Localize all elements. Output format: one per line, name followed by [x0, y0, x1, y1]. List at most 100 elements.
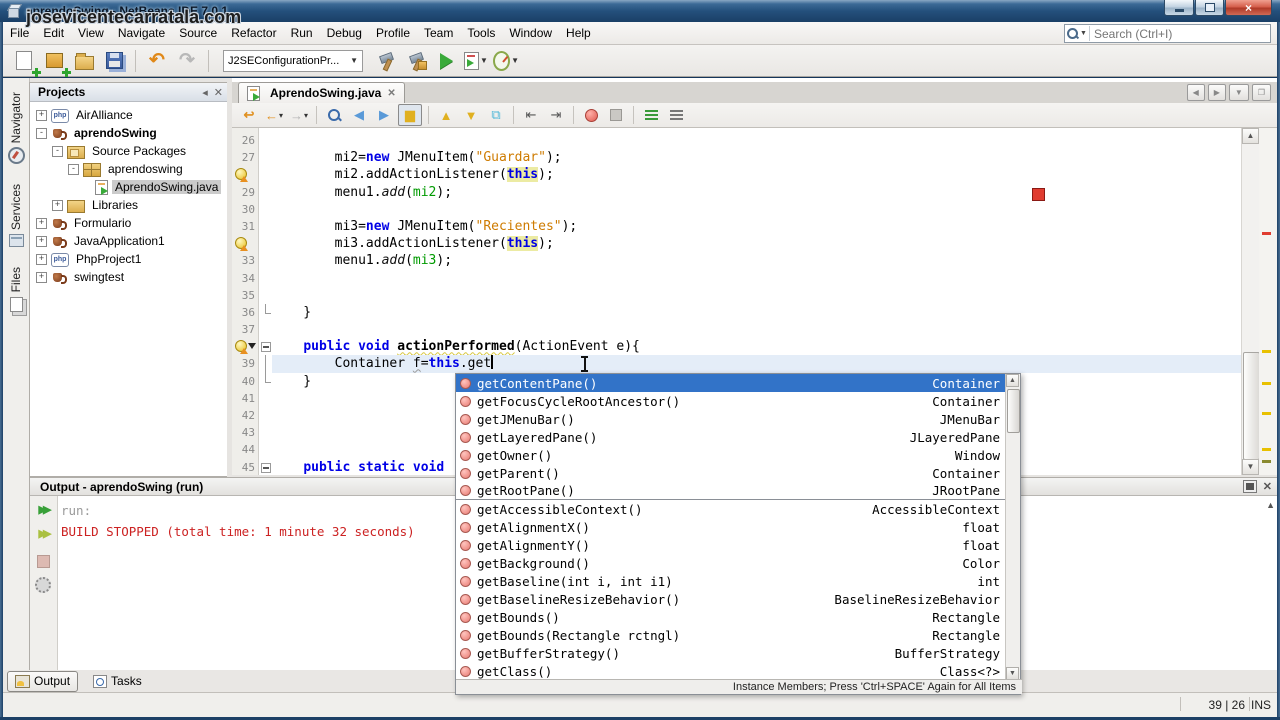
- tree-item[interactable]: - Source Packages: [30, 142, 227, 160]
- back-icon[interactable]: ← ▾: [263, 105, 285, 125]
- dock-icon[interactable]: ◂: [202, 86, 208, 99]
- tab-output[interactable]: Output: [7, 670, 79, 692]
- start-macro-icon[interactable]: [580, 105, 602, 125]
- maximize-editor-icon[interactable]: ❐: [1251, 84, 1271, 101]
- fold-collapse-icon[interactable]: [261, 462, 271, 473]
- scroll-up-icon[interactable]: ▲: [1006, 374, 1019, 387]
- next-bookmark-icon[interactable]: ▼: [460, 105, 482, 125]
- completion-item[interactable]: getBounds() Rectangle: [456, 608, 1006, 626]
- ant-settings-icon[interactable]: [34, 576, 52, 594]
- code-line[interactable]: mi2=new JMenuItem("Guardar");: [272, 149, 1241, 166]
- sidebar-tab-services[interactable]: Services: [3, 178, 29, 253]
- scroll-up-icon[interactable]: ▲: [1242, 128, 1259, 144]
- code-line[interactable]: mi3=new JMenuItem("Recientes");: [272, 218, 1241, 235]
- tree-item[interactable]: AprendoSwing.java: [30, 178, 227, 196]
- configuration-combo[interactable]: J2SEConfigurationPr... ▼: [223, 49, 363, 72]
- scroll-tabs-left-icon[interactable]: ◀: [1186, 84, 1205, 101]
- maximize-output-icon[interactable]: [1242, 480, 1257, 493]
- shift-left-icon[interactable]: ⇤: [520, 105, 542, 125]
- restore-button[interactable]: [1195, 0, 1224, 16]
- sidebar-tab-navigator[interactable]: Navigator: [3, 86, 29, 170]
- redo-button[interactable]: ↷: [174, 48, 200, 74]
- tree-item[interactable]: + Formulario: [30, 214, 227, 232]
- completion-list[interactable]: getContentPane() Container getFocusCycleRo…: [456, 374, 1006, 680]
- completion-item[interactable]: getBaseline(int i, int i1) int: [456, 572, 1006, 590]
- tree-item[interactable]: + php PhpProject1: [30, 250, 227, 268]
- profile-button[interactable]: ▼: [493, 48, 519, 74]
- scroll-tabs-right-icon[interactable]: ▶: [1207, 84, 1226, 101]
- completion-item[interactable]: getLayeredPane() JLayeredPane: [456, 428, 1006, 446]
- clean-build-button[interactable]: [403, 48, 429, 74]
- fold-collapse-icon[interactable]: [261, 342, 271, 353]
- menu-team[interactable]: Team: [417, 23, 460, 43]
- shift-right-icon[interactable]: ⇥: [545, 105, 567, 125]
- code-line[interactable]: mi3.addActionListener(this);: [272, 235, 1241, 252]
- code-line[interactable]: menu1.add(mi3);: [272, 252, 1241, 269]
- debug-button[interactable]: ▼: [463, 48, 489, 74]
- menu-help[interactable]: Help: [559, 23, 598, 43]
- completion-item[interactable]: getContentPane() Container: [456, 374, 1006, 392]
- comment-icon[interactable]: [640, 105, 662, 125]
- code-line[interactable]: }: [272, 304, 1241, 321]
- tree-item[interactable]: + swingtest: [30, 268, 227, 286]
- warning-mark[interactable]: [1262, 350, 1271, 353]
- last-edit-location-icon[interactable]: ↩: [238, 105, 260, 125]
- error-stripe[interactable]: [1259, 128, 1277, 475]
- completion-item[interactable]: getFocusCycleRootAncestor() Container: [456, 392, 1006, 410]
- completion-scrollbar[interactable]: ▲ ▼: [1005, 374, 1020, 680]
- menu-window[interactable]: Window: [502, 23, 559, 43]
- menu-run[interactable]: Run: [284, 23, 320, 43]
- menu-tools[interactable]: Tools: [460, 23, 502, 43]
- tree-item[interactable]: - aprendoSwing: [30, 124, 227, 142]
- minimize-button[interactable]: [1164, 0, 1194, 16]
- completion-item[interactable]: getRootPane() JRootPane: [456, 482, 1006, 500]
- code-line[interactable]: [272, 201, 1241, 218]
- close-output-icon[interactable]: ✕: [1263, 480, 1272, 493]
- close-panel-icon[interactable]: ✕: [214, 86, 223, 99]
- completion-item[interactable]: getParent() Container: [456, 464, 1006, 482]
- completion-item[interactable]: getClass() Class<?>: [456, 662, 1006, 680]
- code-line[interactable]: menu1.add(mi2);: [272, 184, 1241, 201]
- current-line-mark[interactable]: [1262, 460, 1271, 463]
- code-line[interactable]: [272, 270, 1241, 287]
- menu-profile[interactable]: Profile: [369, 23, 417, 43]
- tab-close-icon[interactable]: ✕: [387, 88, 395, 99]
- completion-item[interactable]: getBufferStrategy() BufferStrategy: [456, 644, 1006, 662]
- completion-item[interactable]: getBackground() Color: [456, 554, 1006, 572]
- tree-item[interactable]: + Libraries: [30, 196, 227, 214]
- scrollbar-thumb[interactable]: [1243, 352, 1260, 460]
- completion-item[interactable]: getAlignmentX() float: [456, 518, 1006, 536]
- new-file-button[interactable]: [11, 48, 41, 77]
- next-occurrence-icon[interactable]: ▶: [373, 105, 395, 125]
- warning-mark[interactable]: [1262, 448, 1271, 451]
- scroll-down-icon[interactable]: ▼: [1242, 459, 1259, 475]
- run-button[interactable]: [433, 48, 459, 74]
- menu-debug[interactable]: Debug: [320, 23, 369, 43]
- rerun-icon[interactable]: ▶▶: [34, 500, 52, 518]
- warning-mark[interactable]: [1262, 382, 1271, 385]
- code-line[interactable]: Container f=this.get: [272, 355, 1241, 373]
- code-line[interactable]: mi2.addActionListener(this);: [272, 166, 1241, 183]
- rerun-with-options-icon[interactable]: ▶▶: [34, 524, 52, 542]
- previous-occurrence-icon[interactable]: ◀: [348, 105, 370, 125]
- stop-build-icon[interactable]: [34, 552, 52, 570]
- tree-item[interactable]: - aprendoswing: [30, 160, 227, 178]
- completion-item[interactable]: getBaselineResizeBehavior() BaselineResiz…: [456, 590, 1006, 608]
- output-scroll-up-icon[interactable]: ▲: [1266, 500, 1275, 510]
- completion-item[interactable]: getOwner() Window: [456, 446, 1006, 464]
- new-project-button[interactable]: [41, 48, 71, 77]
- open-project-button[interactable]: [71, 48, 97, 74]
- code-line[interactable]: [272, 287, 1241, 304]
- tab-list-icon[interactable]: ▼: [1228, 84, 1249, 101]
- warning-mark[interactable]: [1262, 412, 1271, 415]
- search-input[interactable]: [1090, 26, 1270, 41]
- previous-bookmark-icon[interactable]: ▲: [435, 105, 457, 125]
- completion-item[interactable]: getJMenuBar() JMenuBar: [456, 410, 1006, 428]
- editor-scrollbar[interactable]: ▲ ▼: [1241, 128, 1260, 475]
- completion-item[interactable]: getAccessibleContext() AccessibleContext: [456, 500, 1006, 518]
- toggle-highlight-icon[interactable]: ▆: [398, 104, 422, 126]
- undo-button[interactable]: ↶: [144, 48, 170, 74]
- forward-icon[interactable]: → ▾: [288, 105, 310, 125]
- save-all-button[interactable]: [101, 48, 127, 74]
- completion-item[interactable]: getBounds(Rectangle rctngl) Rectangle: [456, 626, 1006, 644]
